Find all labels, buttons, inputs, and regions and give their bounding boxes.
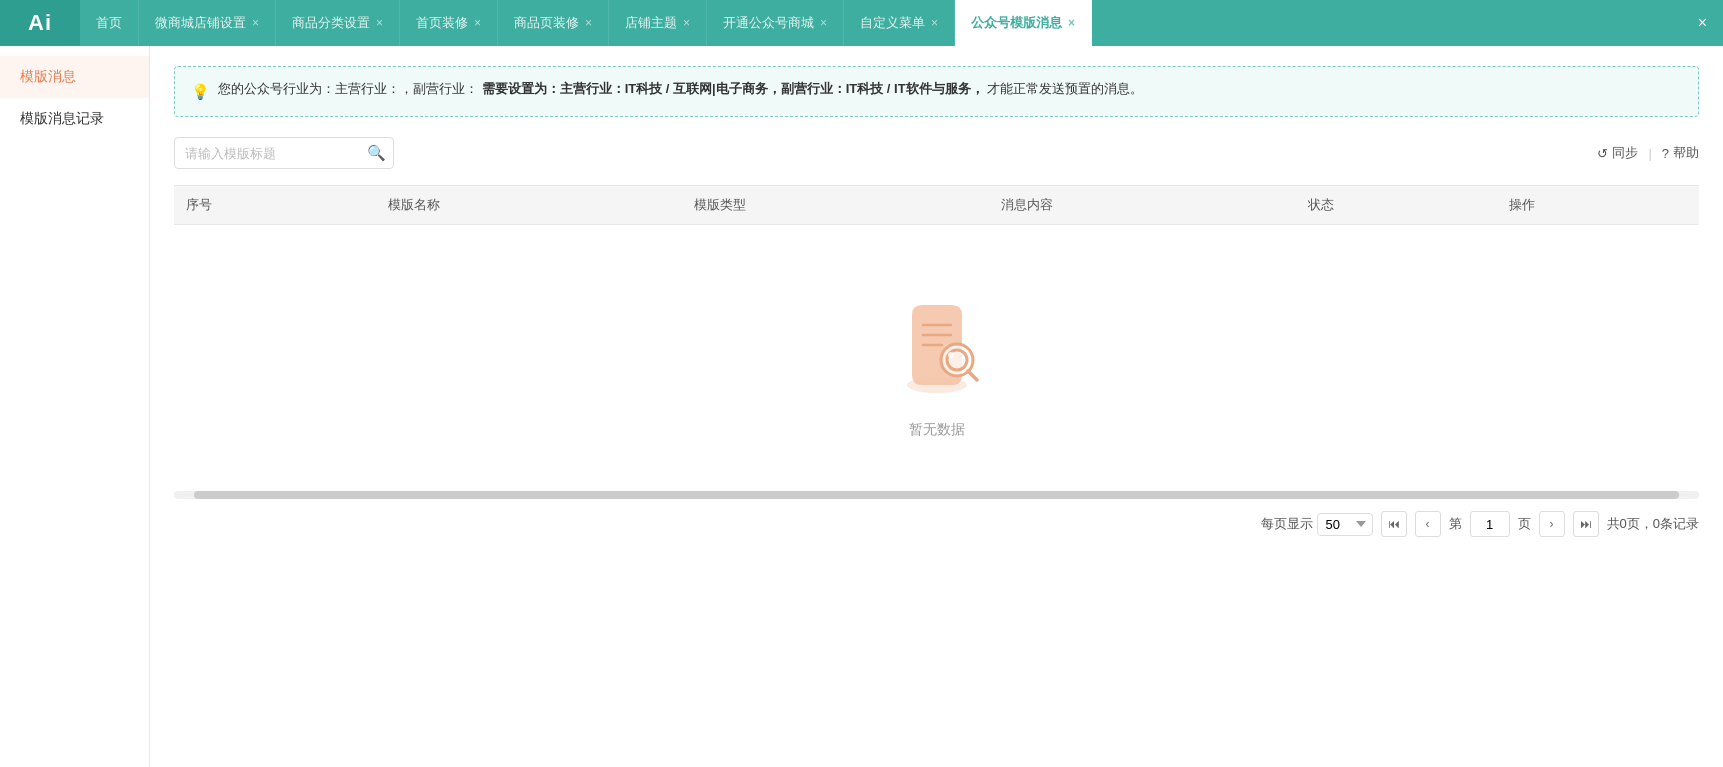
col-header-content: 消息内容 xyxy=(989,186,1296,225)
tab-close-template-msg[interactable]: × xyxy=(1068,16,1075,30)
sync-icon: ↺ xyxy=(1597,146,1608,161)
total-info: 共0页，0条记录 xyxy=(1607,515,1699,533)
tab-close-open-mall[interactable]: × xyxy=(820,16,827,30)
search-input[interactable] xyxy=(174,137,394,169)
sidebar-item-template-msg-log[interactable]: 模版消息记录 xyxy=(0,98,149,140)
last-page-button[interactable]: ⏭ xyxy=(1573,511,1599,537)
prev-page-button[interactable]: ‹ xyxy=(1415,511,1441,537)
next-page-button[interactable]: › xyxy=(1539,511,1565,537)
per-page-wrap: 每页显示 102050100 xyxy=(1261,513,1373,536)
svg-point-7 xyxy=(948,352,954,358)
col-header-status: 状态 xyxy=(1296,186,1498,225)
pagination: 每页显示 102050100 ⏮ ‹ 第 页 › ⏭ 共0页，0条记录 xyxy=(174,511,1699,537)
nav-tab-open-mall[interactable]: 开通公众号商城× xyxy=(707,0,844,46)
col-header-actions: 操作 xyxy=(1497,186,1699,225)
notice-text: 您的公众号行业为：主营行业：，副营行业： 需要设置为：主营行业：IT科技 / 互… xyxy=(218,79,1682,100)
per-page-label: 每页显示 xyxy=(1261,515,1313,533)
tab-close-product-decor[interactable]: × xyxy=(585,16,592,30)
nav-tab-shop-settings[interactable]: 微商城店铺设置× xyxy=(139,0,276,46)
empty-text: 暂无数据 xyxy=(909,421,965,439)
toolbar-divider: | xyxy=(1648,146,1651,161)
tab-close-shop-settings[interactable]: × xyxy=(252,16,259,30)
page-label: 第 xyxy=(1449,515,1462,533)
nav-tab-category-settings[interactable]: 商品分类设置× xyxy=(276,0,400,46)
tab-close-home-decor[interactable]: × xyxy=(474,16,481,30)
toolbar-right: ↺ 同步 | ? 帮助 xyxy=(1597,144,1699,162)
sidebar: 模版消息模版消息记录 xyxy=(0,46,150,767)
nav-tab-home[interactable]: 首页 xyxy=(80,0,139,46)
col-header-seq: 序号 xyxy=(174,186,376,225)
help-button[interactable]: ? 帮助 xyxy=(1662,144,1699,162)
scrollbar-thumb[interactable] xyxy=(194,491,1679,499)
sync-button[interactable]: ↺ 同步 xyxy=(1597,144,1638,162)
help-icon: ? xyxy=(1662,146,1669,161)
empty-icon xyxy=(877,285,997,405)
nav-tab-custom-menu[interactable]: 自定义菜单× xyxy=(844,0,955,46)
tab-close-shop-theme[interactable]: × xyxy=(683,16,690,30)
sidebar-item-template-msg[interactable]: 模版消息 xyxy=(0,56,149,98)
app-logo: Ai xyxy=(0,0,80,46)
search-input-wrap: 🔍 xyxy=(174,137,394,169)
page-input[interactable] xyxy=(1470,511,1510,537)
svg-line-6 xyxy=(968,371,977,380)
empty-state: 暂无数据 xyxy=(174,225,1699,479)
page-suffix: 页 xyxy=(1518,515,1531,533)
col-header-name: 模版名称 xyxy=(376,186,683,225)
notice-highlight: 需要设置为：主营行业：IT科技 / 互联网|电子商务，副营行业：IT科技 / I… xyxy=(482,81,984,96)
col-header-type: 模版类型 xyxy=(682,186,989,225)
nav-tab-template-msg[interactable]: 公众号模版消息× xyxy=(955,0,1092,46)
nav-tab-product-decor[interactable]: 商品页装修× xyxy=(498,0,609,46)
top-nav: Ai 首页微商城店铺设置×商品分类设置×首页装修×商品页装修×店铺主题×开通公众… xyxy=(0,0,1723,46)
window-close-button[interactable]: × xyxy=(1682,0,1723,46)
nav-tab-shop-theme[interactable]: 店铺主题× xyxy=(609,0,707,46)
notice-icon: 💡 xyxy=(191,80,210,104)
first-page-button[interactable]: ⏮ xyxy=(1381,511,1407,537)
notice-banner: 💡 您的公众号行业为：主营行业：，副营行业： 需要设置为：主营行业：IT科技 /… xyxy=(174,66,1699,117)
page-layout: 模版消息模版消息记录 💡 您的公众号行业为：主营行业：，副营行业： 需要设置为：… xyxy=(0,46,1723,767)
nav-tabs: 首页微商城店铺设置×商品分类设置×首页装修×商品页装修×店铺主题×开通公众号商城… xyxy=(80,0,1682,46)
per-page-select[interactable]: 102050100 xyxy=(1317,513,1373,536)
scrollbar-area[interactable] xyxy=(174,491,1699,499)
tab-close-category-settings[interactable]: × xyxy=(376,16,383,30)
tab-close-custom-menu[interactable]: × xyxy=(931,16,938,30)
search-button[interactable]: 🔍 xyxy=(367,144,386,162)
main-content: 💡 您的公众号行业为：主营行业：，副营行业： 需要设置为：主营行业：IT科技 /… xyxy=(150,46,1723,767)
nav-tab-home-decor[interactable]: 首页装修× xyxy=(400,0,498,46)
data-table: 序号模版名称模版类型消息内容状态操作 xyxy=(174,185,1699,225)
search-bar: 🔍 ↺ 同步 | ? 帮助 xyxy=(174,137,1699,169)
